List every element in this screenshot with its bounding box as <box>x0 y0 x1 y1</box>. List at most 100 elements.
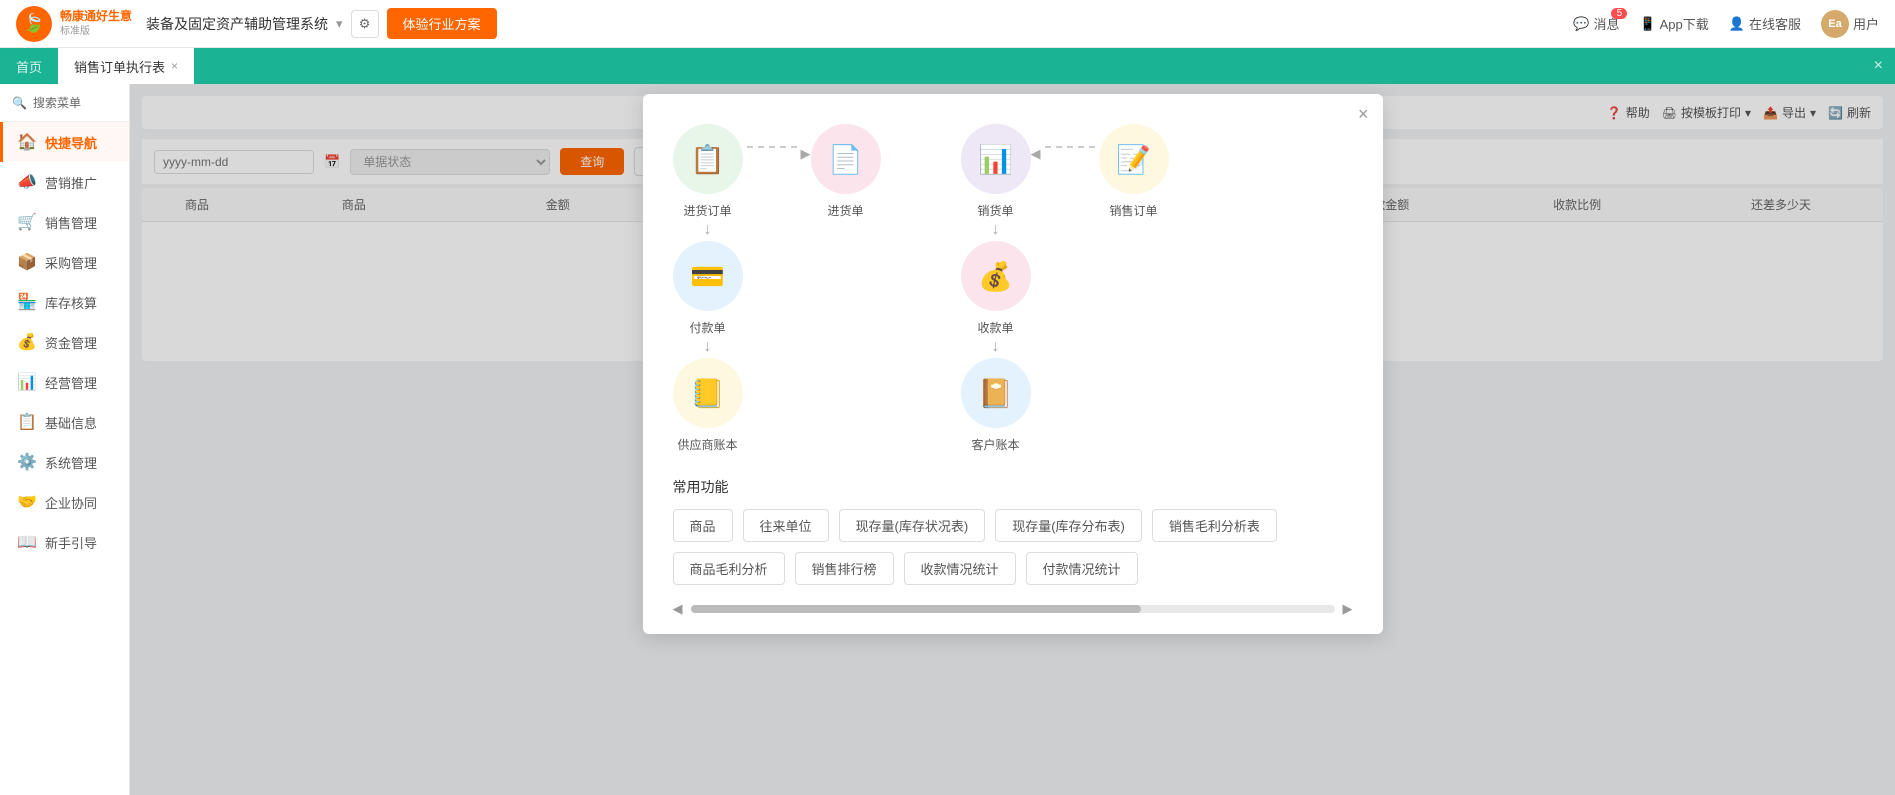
user-avatar: Ea <box>1821 10 1849 38</box>
basic-info-icon: 📋 <box>17 412 37 432</box>
tab-bar: 首页 销售订单执行表 × × <box>0 48 1895 84</box>
logo-line1: 畅康通好生意 <box>60 9 132 25</box>
cf-btn-stock-status[interactable]: 现存量(库存状况表) <box>839 509 986 542</box>
sidebar-item-label: 库存核算 <box>45 293 97 312</box>
sidebar-item-enterprise[interactable]: 🤝 企业协同 <box>0 482 129 522</box>
popup-close-button[interactable]: × <box>1358 104 1369 125</box>
sales-order-circle[interactable]: 📝 <box>1099 124 1169 194</box>
content-area: ❓ 帮助 🖨 按模板打印 ▾ 📤 导出 ▾ 🔄 刷新 <box>130 84 1895 795</box>
system-icon: ⚙️ <box>17 452 37 472</box>
purchase-bill-circle[interactable]: 📄 <box>811 124 881 194</box>
app-download-label: App下载 <box>1660 14 1709 33</box>
search-menu-button[interactable]: 🔍 搜索菜单 <box>0 84 129 122</box>
popup-card: × 📋 进货订单 ↓ <box>643 94 1383 634</box>
down-arrow-3: ↓ <box>992 221 1000 239</box>
sidebar-item-operations[interactable]: 📊 经营管理 <box>0 362 129 402</box>
sidebar-item-marketing[interactable]: 📣 营销推广 <box>0 162 129 202</box>
message-button[interactable]: 💬 消息 5 <box>1573 14 1619 33</box>
user-name: 用户 <box>1853 14 1879 33</box>
app-download-button[interactable]: 📱 App下载 <box>1639 14 1708 33</box>
main-layout: 🔍 搜索菜单 🏠 快捷导航 📣 营销推广 🛒 销售管理 📦 采购管理 🏪 库存核… <box>0 84 1895 795</box>
online-service-label: 在线客服 <box>1749 14 1801 33</box>
cf-btn-product-gross[interactable]: 商品毛利分析 <box>673 552 785 585</box>
sales-bill-circle[interactable]: 📊 <box>961 124 1031 194</box>
sidebar-item-label: 资金管理 <box>45 333 97 352</box>
cf-btn-sales-rank[interactable]: 销售排行榜 <box>795 552 894 585</box>
customer-account-node[interactable]: 📔 客户账本 <box>961 358 1031 453</box>
sidebar-item-newbie[interactable]: 📖 新手引导 <box>0 522 129 562</box>
system-title: 装备及固定资产辅助管理系统 <box>146 14 328 34</box>
payment-bill-node[interactable]: 💳 付款单 <box>673 241 743 336</box>
search-menu-label: 搜索菜单 <box>33 94 81 111</box>
receipt-bill-node[interactable]: 💰 收款单 <box>961 241 1031 336</box>
arrow-right-1: ▶ <box>743 124 811 162</box>
payment-bill-circle[interactable]: 💳 <box>673 241 743 311</box>
top-header: 🍃 畅康通好生意 标准版 装备及固定资产辅助管理系统 ▾ ⚙ 体验行业方案 💬 … <box>0 0 1895 48</box>
experience-button[interactable]: 体验行业方案 <box>387 8 497 39</box>
dropdown-arrow-icon[interactable]: ▾ <box>336 16 343 32</box>
scroll-track[interactable] <box>691 605 1335 613</box>
sidebar-item-system[interactable]: ⚙️ 系统管理 <box>0 442 129 482</box>
common-function-buttons: 商品 往来单位 现存量(库存状况表) 现存量(库存分布表) 销售毛利分析表 商品… <box>673 509 1353 585</box>
finance-icon: 💰 <box>17 332 37 352</box>
close-all-tabs-button[interactable]: × <box>1862 57 1895 75</box>
purchase-order-node[interactable]: 📋 进货订单 <box>673 124 743 219</box>
tab-sales-order[interactable]: 销售订单执行表 × <box>58 48 194 84</box>
cf-btn-partner[interactable]: 往来单位 <box>743 509 829 542</box>
scroll-left-button[interactable]: ◀ <box>673 601 683 617</box>
logo-icon: 🍃 <box>16 6 52 42</box>
supplier-account-node[interactable]: 📒 供应商账本 <box>673 358 743 453</box>
tab-close-icon[interactable]: × <box>171 59 178 73</box>
flow-diagram: 📋 进货订单 ↓ 💳 付款单 <box>673 124 1353 453</box>
sales-order-node[interactable]: 📝 销售订单 <box>1099 124 1169 219</box>
scrollbar-area: ◀ ▶ <box>673 601 1353 617</box>
sales-bill-node[interactable]: 📊 销货单 <box>961 124 1031 219</box>
sidebar-item-finance[interactable]: 💰 资金管理 <box>0 322 129 362</box>
common-functions-section: 常用功能 商品 往来单位 现存量(库存状况表) 现存量(库存分布表) 销售毛利分… <box>673 477 1353 585</box>
gear-button[interactable]: ⚙ <box>351 10 379 38</box>
sidebar-item-purchase[interactable]: 📦 采购管理 <box>0 242 129 282</box>
down-arrow-1: ↓ <box>704 221 712 239</box>
marketing-icon: 📣 <box>17 172 37 192</box>
scroll-thumb <box>691 605 1142 613</box>
payment-bill-label: 付款单 <box>689 319 725 336</box>
sidebar: 🔍 搜索菜单 🏠 快捷导航 📣 营销推广 🛒 销售管理 📦 采购管理 🏪 库存核… <box>0 84 130 795</box>
sidebar-item-label: 营销推广 <box>45 173 97 192</box>
cf-btn-stock-dist[interactable]: 现存量(库存分布表) <box>995 509 1142 542</box>
tab-home[interactable]: 首页 <box>0 48 58 84</box>
receipt-bill-label: 收款单 <box>977 319 1013 336</box>
arrow-left-1: ◀ <box>1031 124 1099 162</box>
left-flow-col: 📋 进货订单 ↓ 💳 付款单 <box>673 124 743 453</box>
customer-circle[interactable]: 📔 <box>961 358 1031 428</box>
cf-btn-payment-stats[interactable]: 付款情况统计 <box>1026 552 1138 585</box>
sidebar-item-label: 采购管理 <box>45 253 97 272</box>
sidebar-item-inventory[interactable]: 🏪 库存核算 <box>0 282 129 322</box>
purchase-bill-node[interactable]: 📄 进货单 <box>811 124 881 219</box>
cf-btn-sales-gross[interactable]: 销售毛利分析表 <box>1152 509 1277 542</box>
logo-text: 畅康通好生意 标准版 <box>60 9 132 38</box>
sidebar-item-label: 经营管理 <box>45 373 97 392</box>
user-area[interactable]: Ea 用户 <box>1821 10 1879 38</box>
enterprise-icon: 🤝 <box>17 492 37 512</box>
down-arrow-2: ↓ <box>704 338 712 356</box>
mid-left-col: 📄 进货单 <box>811 124 881 219</box>
sales-bill-label: 销货单 <box>977 202 1013 219</box>
supplier-circle[interactable]: 📒 <box>673 358 743 428</box>
sidebar-item-label: 快捷导航 <box>45 133 97 152</box>
quick-nav-icon: 🏠 <box>17 132 37 152</box>
down-arrow-4: ↓ <box>992 338 1000 356</box>
tab-home-label: 首页 <box>16 57 42 76</box>
receipt-bill-circle[interactable]: 💰 <box>961 241 1031 311</box>
customer-account-label: 客户账本 <box>971 436 1019 453</box>
sidebar-item-quick-nav[interactable]: 🏠 快捷导航 <box>0 122 129 162</box>
sidebar-item-label: 新手引导 <box>45 533 97 552</box>
purchase-order-circle[interactable]: 📋 <box>673 124 743 194</box>
scroll-right-button[interactable]: ▶ <box>1343 601 1353 617</box>
sidebar-item-sales[interactable]: 🛒 销售管理 <box>0 202 129 242</box>
tab-sales-order-label: 销售订单执行表 <box>74 57 165 76</box>
popup-overlay: × 📋 进货订单 ↓ <box>130 84 1895 795</box>
cf-btn-receipt-stats[interactable]: 收款情况统计 <box>904 552 1016 585</box>
cf-btn-product[interactable]: 商品 <box>673 509 733 542</box>
online-service-button[interactable]: 👤 在线客服 <box>1729 14 1801 33</box>
sidebar-item-basic-info[interactable]: 📋 基础信息 <box>0 402 129 442</box>
